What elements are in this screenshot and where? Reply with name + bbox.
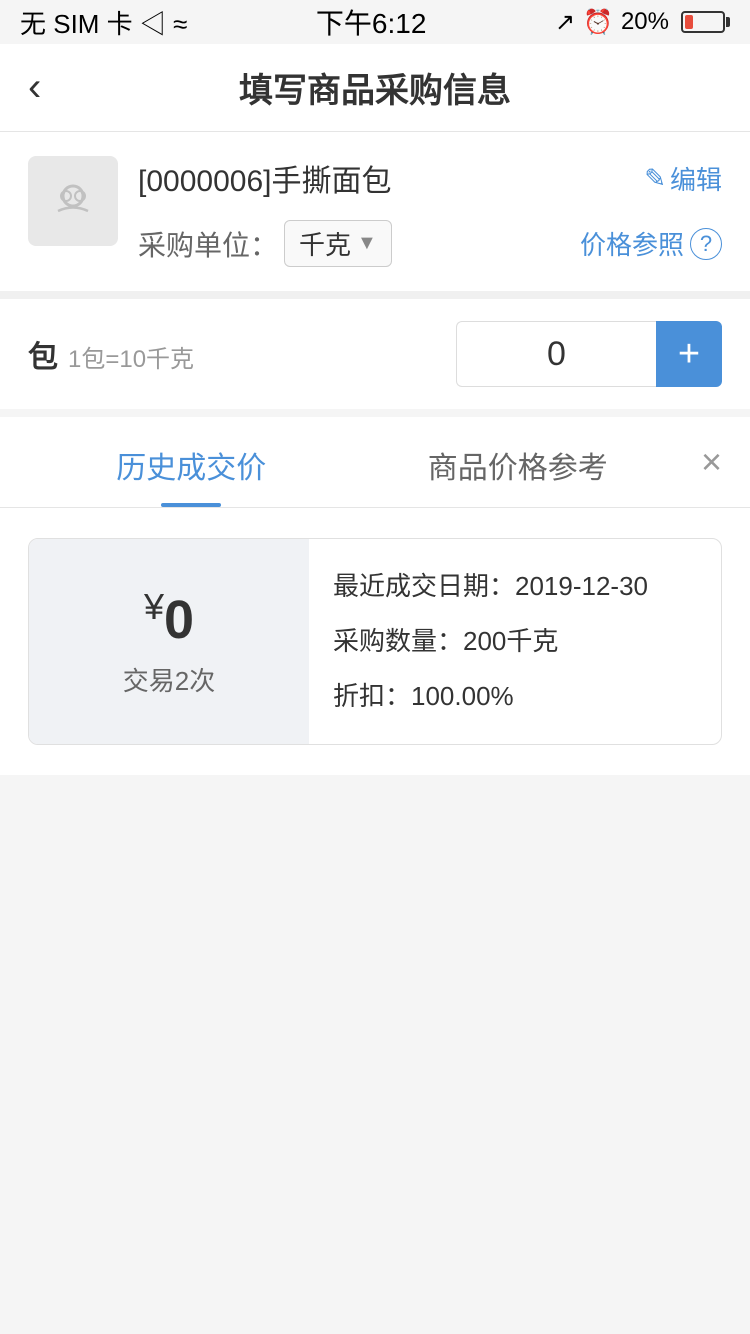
date-value: 2019-12-30 xyxy=(515,571,648,601)
transaction-count: 交易2次 xyxy=(123,661,215,698)
unit-dropdown[interactable]: 千克 ▼ xyxy=(284,220,392,267)
transaction-quantity-row: 采购数量：200千克 xyxy=(333,622,697,661)
product-info: [0000006]手撕面包 ✎ 编辑 采购单位： 千克 ▼ xyxy=(138,156,722,267)
unit-row: 采购单位： 千克 ▼ 价格参照 ? xyxy=(138,220,722,267)
status-right: ↗ ⏰ 20% xyxy=(555,8,730,37)
back-button[interactable]: ‹ xyxy=(28,65,41,110)
price-ref-label: 价格参照 xyxy=(580,225,684,262)
status-left: 无 SIM 卡 ◁ ≈ xyxy=(20,4,187,41)
product-name: [0000006]手撕面包 xyxy=(138,156,391,200)
transaction-discount-row: 折扣：100.00% xyxy=(333,677,697,716)
edit-label: 编辑 xyxy=(670,160,722,197)
product-title-row: [0000006]手撕面包 ✎ 编辑 xyxy=(138,156,722,200)
page-title: 填写商品采购信息 xyxy=(239,63,511,112)
product-header: [0000006]手撕面包 ✎ 编辑 采购单位： 千克 ▼ xyxy=(28,156,722,267)
quantity-input-group: + xyxy=(456,321,722,387)
quantity-plus-button[interactable]: + xyxy=(656,321,722,387)
tab-product-price-ref-label: 商品价格参考 xyxy=(428,452,608,485)
product-card: [0000006]手撕面包 ✎ 编辑 采购单位： 千克 ▼ xyxy=(0,132,750,291)
unit-label: 采购单位： xyxy=(138,224,278,264)
quantity-section: 包 1包=10千克 + xyxy=(0,291,750,409)
tab-history-price-label: 历史成交价 xyxy=(116,452,266,485)
quantity-unit-note: 1包=10千克 xyxy=(68,339,194,374)
battery-percent: 20% xyxy=(621,8,669,36)
tab-product-price-ref[interactable]: 商品价格参考 xyxy=(354,417,680,507)
page-body: [0000006]手撕面包 ✎ 编辑 采购单位： 千克 ▼ xyxy=(0,132,750,1334)
help-icon: ? xyxy=(690,228,722,260)
dropdown-arrow-icon: ▼ xyxy=(357,232,377,255)
transaction-details-section: 最近成交日期：2019-12-30 采购数量：200千克 折扣：100.00% xyxy=(309,539,721,744)
tab-close-button[interactable]: × xyxy=(681,421,722,503)
product-thumbnail xyxy=(28,156,118,246)
quantity-label: 采购数量： xyxy=(333,626,463,656)
price-reference-link[interactable]: 价格参照 ? xyxy=(580,225,722,262)
quantity-input[interactable] xyxy=(456,321,656,387)
battery-icon xyxy=(677,11,730,33)
price-value: 0 xyxy=(164,590,194,650)
quantity-label-group: 包 1包=10千克 xyxy=(28,332,194,376)
plus-icon: + xyxy=(678,333,700,376)
edit-icon: ✎ xyxy=(644,163,666,194)
tab-content: ¥0 交易2次 最近成交日期：2019-12-30 采购数量：200千克 折扣：… xyxy=(0,508,750,775)
tab-history-price[interactable]: 历史成交价 xyxy=(28,417,354,507)
unit-value: 千克 xyxy=(299,225,351,262)
transaction-price: ¥0 xyxy=(144,586,194,651)
transaction-date-row: 最近成交日期：2019-12-30 xyxy=(333,567,697,606)
quantity-unit-name: 包 xyxy=(28,332,58,376)
currency-symbol: ¥ xyxy=(144,586,164,627)
transaction-card: ¥0 交易2次 最近成交日期：2019-12-30 采购数量：200千克 折扣：… xyxy=(28,538,722,745)
alarm-icon: ⏰ xyxy=(583,8,613,37)
product-logo-icon xyxy=(48,176,98,226)
nav-bar: ‹ 填写商品采购信息 xyxy=(0,44,750,132)
discount-label: 折扣： xyxy=(333,681,411,711)
tab-bar: 历史成交价 商品价格参考 × xyxy=(0,417,750,508)
location-icon: ↗ xyxy=(555,8,575,37)
date-label: 最近成交日期： xyxy=(333,571,515,601)
status-time: 下午6:12 xyxy=(316,2,427,42)
status-bar: 无 SIM 卡 ◁ ≈ 下午6:12 ↗ ⏰ 20% xyxy=(0,0,750,44)
unit-selector-group: 采购单位： 千克 ▼ xyxy=(138,220,392,267)
tab-section: 历史成交价 商品价格参考 × ¥0 交易2次 最近成交日期：2019-12-30 xyxy=(0,417,750,775)
discount-value: 100.00% xyxy=(411,681,514,711)
edit-button[interactable]: ✎ 编辑 xyxy=(644,160,722,197)
transaction-price-section: ¥0 交易2次 xyxy=(29,539,309,744)
quantity-detail-value: 200千克 xyxy=(463,626,558,656)
